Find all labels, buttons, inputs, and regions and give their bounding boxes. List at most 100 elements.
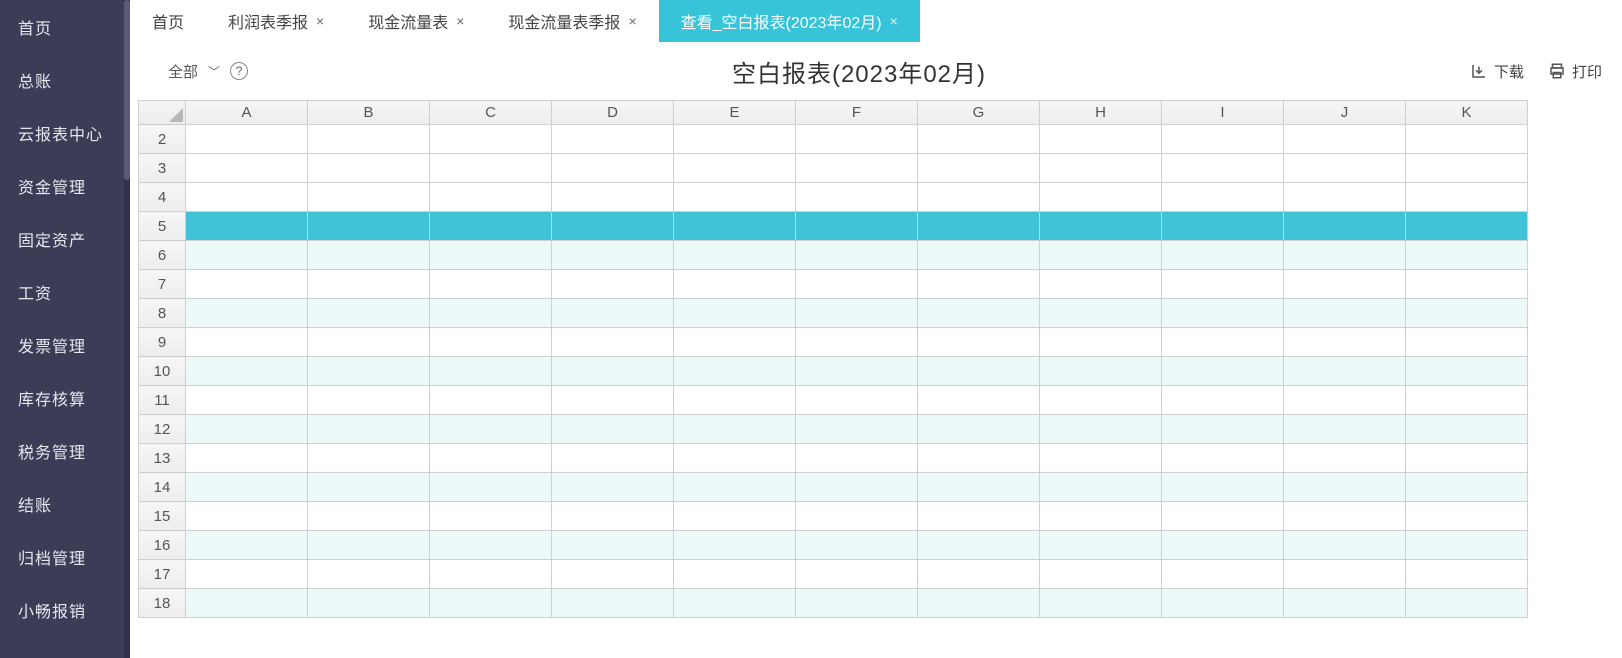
cell-H3[interactable] xyxy=(1040,154,1162,183)
cell-C11[interactable] xyxy=(430,386,552,415)
cell-K4[interactable] xyxy=(1406,183,1528,212)
cell-K12[interactable] xyxy=(1406,415,1528,444)
tab-2[interactable]: 现金流量表× xyxy=(346,0,486,42)
cell-D13[interactable] xyxy=(552,444,674,473)
row-header-6[interactable]: 6 xyxy=(139,241,186,270)
cell-F15[interactable] xyxy=(796,502,918,531)
row-header-4[interactable]: 4 xyxy=(139,183,186,212)
cell-G9[interactable] xyxy=(918,328,1040,357)
cell-K7[interactable] xyxy=(1406,270,1528,299)
cell-C4[interactable] xyxy=(430,183,552,212)
cell-I16[interactable] xyxy=(1162,531,1284,560)
sidebar-item-11[interactable]: 小畅报销 xyxy=(0,583,130,636)
cell-A2[interactable] xyxy=(186,125,308,154)
cell-J4[interactable] xyxy=(1284,183,1406,212)
cell-A16[interactable] xyxy=(186,531,308,560)
sidebar-item-6[interactable]: 发票管理 xyxy=(0,318,130,371)
cell-B11[interactable] xyxy=(308,386,430,415)
print-button[interactable]: 打印 xyxy=(1548,61,1602,82)
row-header-15[interactable]: 15 xyxy=(139,502,186,531)
close-icon[interactable]: × xyxy=(628,13,636,29)
cell-E3[interactable] xyxy=(674,154,796,183)
cell-G18[interactable] xyxy=(918,589,1040,618)
column-header-G[interactable]: G xyxy=(918,101,1040,125)
cell-G15[interactable] xyxy=(918,502,1040,531)
cell-B13[interactable] xyxy=(308,444,430,473)
cell-J16[interactable] xyxy=(1284,531,1406,560)
cell-F6[interactable] xyxy=(796,241,918,270)
cell-D2[interactable] xyxy=(552,125,674,154)
cell-I8[interactable] xyxy=(1162,299,1284,328)
cell-C18[interactable] xyxy=(430,589,552,618)
cell-J3[interactable] xyxy=(1284,154,1406,183)
column-header-I[interactable]: I xyxy=(1162,101,1284,125)
cell-D9[interactable] xyxy=(552,328,674,357)
cell-B15[interactable] xyxy=(308,502,430,531)
cell-A13[interactable] xyxy=(186,444,308,473)
column-header-K[interactable]: K xyxy=(1406,101,1528,125)
cell-G11[interactable] xyxy=(918,386,1040,415)
cell-A11[interactable] xyxy=(186,386,308,415)
row-header-12[interactable]: 12 xyxy=(139,415,186,444)
tab-1[interactable]: 利润表季报× xyxy=(206,0,346,42)
cell-H9[interactable] xyxy=(1040,328,1162,357)
cell-B18[interactable] xyxy=(308,589,430,618)
cell-B7[interactable] xyxy=(308,270,430,299)
column-header-E[interactable]: E xyxy=(674,101,796,125)
cell-E11[interactable] xyxy=(674,386,796,415)
cell-J17[interactable] xyxy=(1284,560,1406,589)
cell-I9[interactable] xyxy=(1162,328,1284,357)
cell-D16[interactable] xyxy=(552,531,674,560)
row-header-5[interactable]: 5 xyxy=(139,212,186,241)
row-header-8[interactable]: 8 xyxy=(139,299,186,328)
cell-G6[interactable] xyxy=(918,241,1040,270)
cell-F13[interactable] xyxy=(796,444,918,473)
row-header-10[interactable]: 10 xyxy=(139,357,186,386)
cell-G3[interactable] xyxy=(918,154,1040,183)
row-header-17[interactable]: 17 xyxy=(139,560,186,589)
tab-3[interactable]: 现金流量表季报× xyxy=(486,0,658,42)
cell-D18[interactable] xyxy=(552,589,674,618)
cell-G16[interactable] xyxy=(918,531,1040,560)
cell-K5[interactable] xyxy=(1406,212,1528,241)
cell-K17[interactable] xyxy=(1406,560,1528,589)
cell-J7[interactable] xyxy=(1284,270,1406,299)
cell-D12[interactable] xyxy=(552,415,674,444)
row-header-11[interactable]: 11 xyxy=(139,386,186,415)
row-header-14[interactable]: 14 xyxy=(139,473,186,502)
download-button[interactable]: 下载 xyxy=(1470,61,1524,82)
select-all-corner[interactable] xyxy=(139,101,186,125)
cell-I18[interactable] xyxy=(1162,589,1284,618)
cell-K3[interactable] xyxy=(1406,154,1528,183)
cell-G10[interactable] xyxy=(918,357,1040,386)
cell-A14[interactable] xyxy=(186,473,308,502)
cell-E18[interactable] xyxy=(674,589,796,618)
cell-H8[interactable] xyxy=(1040,299,1162,328)
cell-K18[interactable] xyxy=(1406,589,1528,618)
row-header-18[interactable]: 18 xyxy=(139,589,186,618)
cell-I12[interactable] xyxy=(1162,415,1284,444)
cell-G5[interactable] xyxy=(918,212,1040,241)
close-icon[interactable]: × xyxy=(316,13,324,29)
cell-B4[interactable] xyxy=(308,183,430,212)
cell-E6[interactable] xyxy=(674,241,796,270)
cell-J8[interactable] xyxy=(1284,299,1406,328)
sidebar-item-3[interactable]: 资金管理 xyxy=(0,159,130,212)
cell-J12[interactable] xyxy=(1284,415,1406,444)
cell-E7[interactable] xyxy=(674,270,796,299)
cell-A3[interactable] xyxy=(186,154,308,183)
cell-G4[interactable] xyxy=(918,183,1040,212)
cell-B17[interactable] xyxy=(308,560,430,589)
cell-H14[interactable] xyxy=(1040,473,1162,502)
cell-J5[interactable] xyxy=(1284,212,1406,241)
cell-I11[interactable] xyxy=(1162,386,1284,415)
cell-A18[interactable] xyxy=(186,589,308,618)
cell-C15[interactable] xyxy=(430,502,552,531)
cell-H12[interactable] xyxy=(1040,415,1162,444)
cell-A8[interactable] xyxy=(186,299,308,328)
cell-H11[interactable] xyxy=(1040,386,1162,415)
cell-G12[interactable] xyxy=(918,415,1040,444)
column-header-A[interactable]: A xyxy=(186,101,308,125)
cell-C7[interactable] xyxy=(430,270,552,299)
cell-E13[interactable] xyxy=(674,444,796,473)
